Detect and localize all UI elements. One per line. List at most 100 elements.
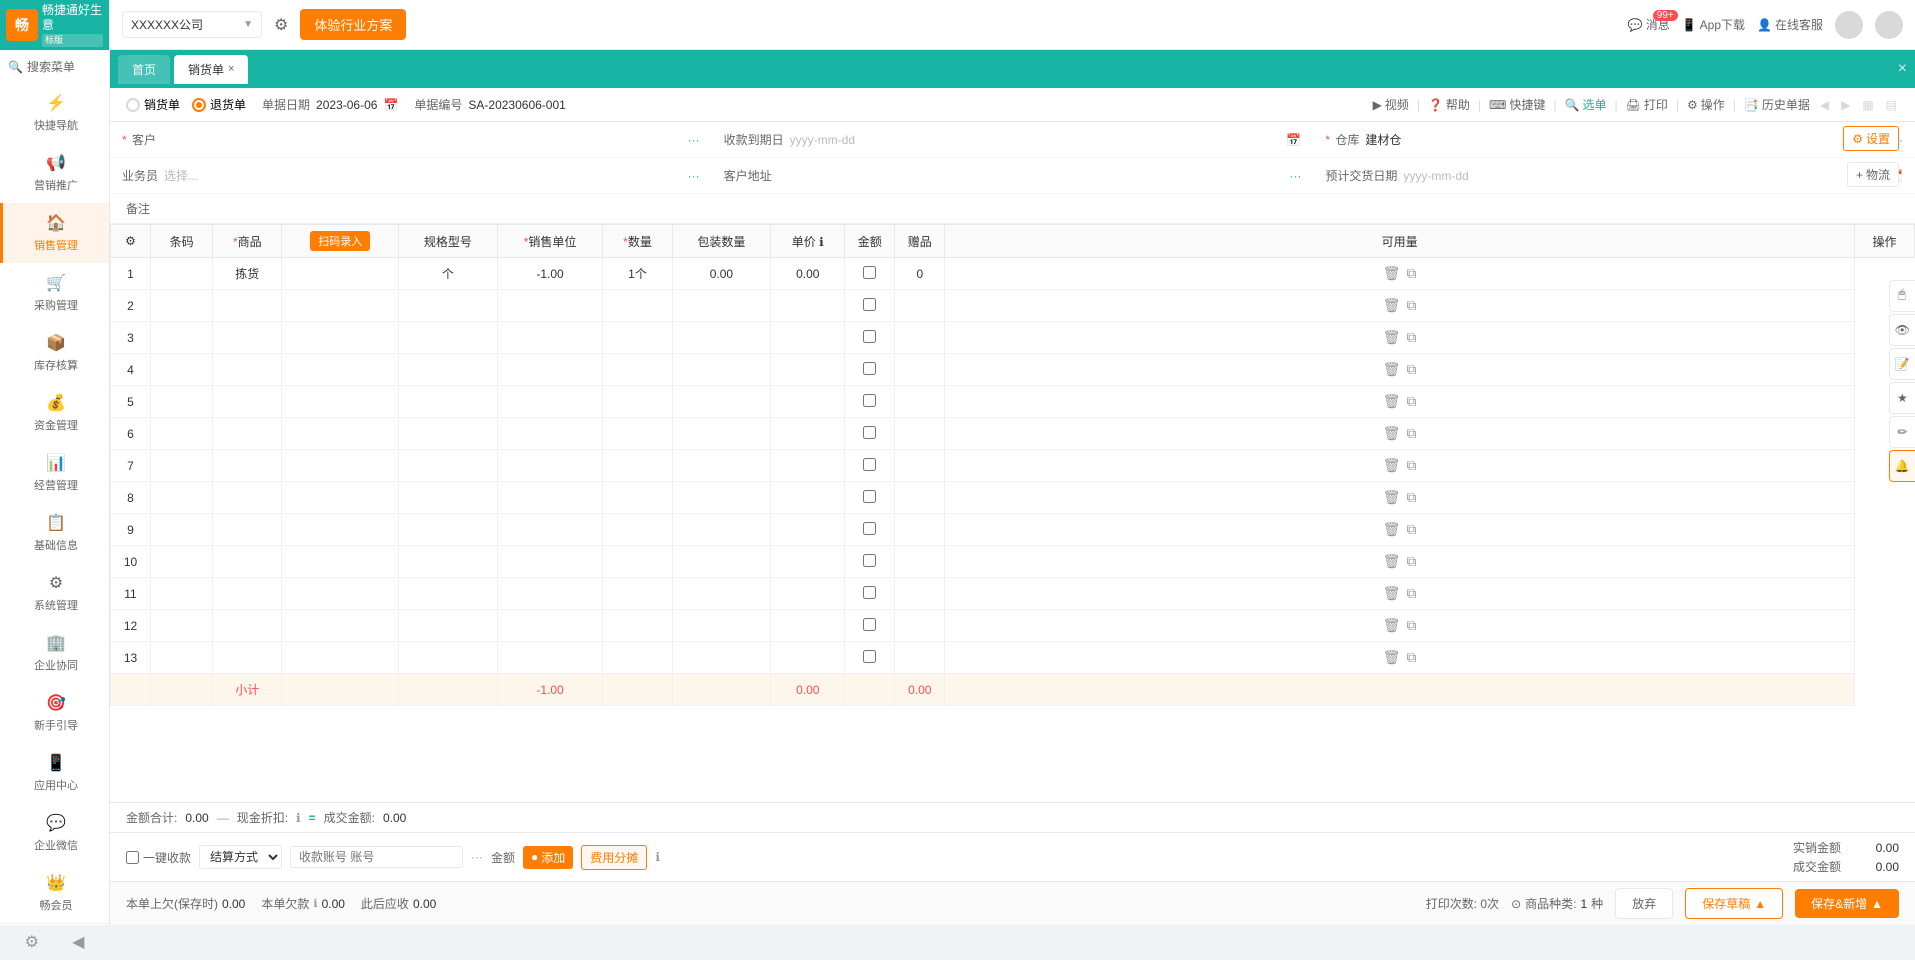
user-avatar[interactable] [1835,11,1863,39]
logistics-button[interactable]: + 物流 [1847,162,1899,187]
collection-date-input[interactable]: yyyy-mm-dd [784,133,1283,147]
sidebar-item-beginner[interactable]: 🎯 新手引导 [0,683,109,743]
copy-icon-5[interactable]: ⧉ [1407,393,1417,410]
row-price-1[interactable]: 0.00 [672,258,771,290]
expected-date-input[interactable]: yyyy-mm-dd [1397,169,1884,183]
delete-icon-2[interactable]: 🗑 [1383,297,1401,314]
row-unit-1[interactable]: 个 [399,258,498,290]
company-selector[interactable]: XXXXXX公司 ▼ [122,11,262,38]
sidebar-search[interactable]: 🔍 搜索菜单 [0,50,109,83]
sidebar-item-app-center[interactable]: 📱 应用中心 [0,743,109,803]
sidebar-item-base-info[interactable]: 📋 基础信息 [0,503,109,563]
radio-return-order[interactable]: 退货单 [192,96,246,113]
right-panel-btn-5[interactable]: ✏ [1889,416,1915,448]
add-button[interactable]: ● 添加 [523,846,573,869]
scan-button[interactable]: 扫码录入 [310,231,370,251]
app-download-button[interactable]: 📱 App下载 [1682,16,1745,33]
sidebar-item-purchase[interactable]: 🛒 采购管理 [0,263,109,323]
action-filter[interactable]: 🔍 选单 [1565,96,1607,113]
col-scan[interactable]: 扫码录入 [282,225,399,258]
tab-sales-order[interactable]: 销货单 × [174,55,248,84]
tab-close-icon[interactable]: × [228,63,234,75]
sidebar-settings-icon[interactable]: ⚙ [25,932,39,952]
row-unit-2[interactable] [399,290,498,322]
right-panel-btn-2[interactable]: 👁 [1889,314,1915,346]
delete-icon-1[interactable]: 🗑 [1383,265,1401,282]
copy-icon-7[interactable]: ⧉ [1407,457,1417,474]
copy-icon-6[interactable]: ⧉ [1407,425,1417,442]
sidebar-item-member[interactable]: 👑 畅会员 [0,863,109,923]
settings-button[interactable]: ⚙ 设置 [1843,126,1899,151]
copy-icon-10[interactable]: ⧉ [1407,553,1417,570]
salesperson-dots-icon[interactable]: ··· [688,169,700,183]
copy-icon-11[interactable]: ⧉ [1407,585,1417,602]
row-amount-1[interactable]: 0.00 [771,258,845,290]
copy-icon-4[interactable]: ⧉ [1407,361,1417,378]
trial-button[interactable]: 体验行业方案 [300,9,406,40]
right-panel-btn-1[interactable]: 🖱 [1889,280,1915,312]
row-pkg-qty-2[interactable] [603,290,672,322]
action-history[interactable]: 📑 历史单据 [1744,96,1810,113]
delete-icon-11[interactable]: 🗑 [1383,585,1401,602]
delete-icon-5[interactable]: 🗑 [1383,393,1401,410]
sidebar-item-marketing[interactable]: 📢 营销推广 [0,143,109,203]
delete-icon-13[interactable]: 🗑 [1383,649,1401,666]
sidebar-item-finance[interactable]: 💰 资金管理 [0,383,109,443]
delete-icon-9[interactable]: 🗑 [1383,521,1401,538]
settlement-method-select[interactable]: 结算方式 [199,845,282,869]
action-operation[interactable]: ⚙ 操作 [1687,96,1725,113]
copy-icon-8[interactable]: ⧉ [1407,489,1417,506]
tab-home[interactable]: 首页 [118,55,170,84]
tabbar-close-icon[interactable]: × [1898,60,1907,78]
row-qty-1[interactable]: -1.00 [497,258,603,290]
sidebar-item-enterprise[interactable]: 🏢 企业协同 [0,623,109,683]
action-video[interactable]: ▶ 视频 [1373,96,1409,113]
save-draft-button[interactable]: 保存草稿 ▲ [1685,888,1783,919]
abandon-button[interactable]: 放弃 [1615,888,1673,919]
topbar-gear-icon[interactable]: ⚙ [270,11,292,39]
sidebar-item-quick-nav[interactable]: ⚡ 快捷导航 [0,83,109,143]
copy-icon-1[interactable]: ⧉ [1407,265,1417,282]
save-new-button[interactable]: 保存&新增 ▲ [1795,889,1899,918]
delete-icon-3[interactable]: 🗑 [1383,329,1401,346]
sidebar-item-sales[interactable]: 🏠 销售管理 [0,203,109,263]
copy-icon-9[interactable]: ⧉ [1407,521,1417,538]
row-gift-1[interactable] [845,258,895,290]
sidebar-item-operations[interactable]: 📊 经营管理 [0,443,109,503]
bank-account-input[interactable] [290,846,463,868]
sidebar-item-system[interactable]: ⚙ 系统管理 [0,563,109,623]
online-service-button[interactable]: 👤 在线客服 [1757,16,1823,33]
customer-dots-icon[interactable]: ··· [688,133,700,147]
row-gift-2[interactable] [845,290,895,322]
row-spec-2[interactable] [282,290,399,322]
expense-split-button[interactable]: 费用分摊 [581,845,647,870]
right-panel-btn-4[interactable]: ★ [1889,382,1915,414]
row-barcode-1[interactable] [151,258,213,290]
row-goods-1[interactable]: 拣货 [213,258,282,290]
date-picker-icon[interactable]: 📅 [383,98,398,112]
row-price-2[interactable] [672,290,771,322]
action-help[interactable]: ❓ 帮助 [1428,96,1470,113]
copy-icon-3[interactable]: ⧉ [1407,329,1417,346]
row-barcode-2[interactable] [151,290,213,322]
action-shortcut[interactable]: ⌨ 快捷键 [1489,96,1545,113]
radio-sales-order[interactable]: 销货单 [126,96,180,113]
customer-addr-dots-icon[interactable]: ··· [1289,169,1301,183]
message-button[interactable]: 💬 消息 99+ [1628,16,1670,33]
delete-icon-10[interactable]: 🗑 [1383,553,1401,570]
warehouse-input[interactable]: 建材仓 [1359,131,1891,148]
salesperson-input[interactable]: 选择... [158,167,688,184]
row-amount-2[interactable] [771,290,845,322]
sidebar-item-wechat[interactable]: 💬 企业微信 [0,803,109,863]
row-goods-2[interactable] [213,290,282,322]
collection-date-cal-icon[interactable]: 📅 [1286,133,1301,147]
col-settings[interactable]: ⚙ [111,225,151,258]
row-pkg-qty-1[interactable]: 1个 [603,258,672,290]
sidebar-collapse-icon[interactable]: ◀ [72,932,84,952]
expense-help-icon[interactable]: ℹ [655,850,660,864]
user-avatar-2[interactable] [1875,11,1903,39]
one-click-checkbox-input[interactable] [126,851,139,864]
delete-icon-12[interactable]: 🗑 [1383,617,1401,634]
copy-icon-12[interactable]: ⧉ [1407,617,1417,634]
sidebar-item-inventory[interactable]: 📦 库存核算 [0,323,109,383]
